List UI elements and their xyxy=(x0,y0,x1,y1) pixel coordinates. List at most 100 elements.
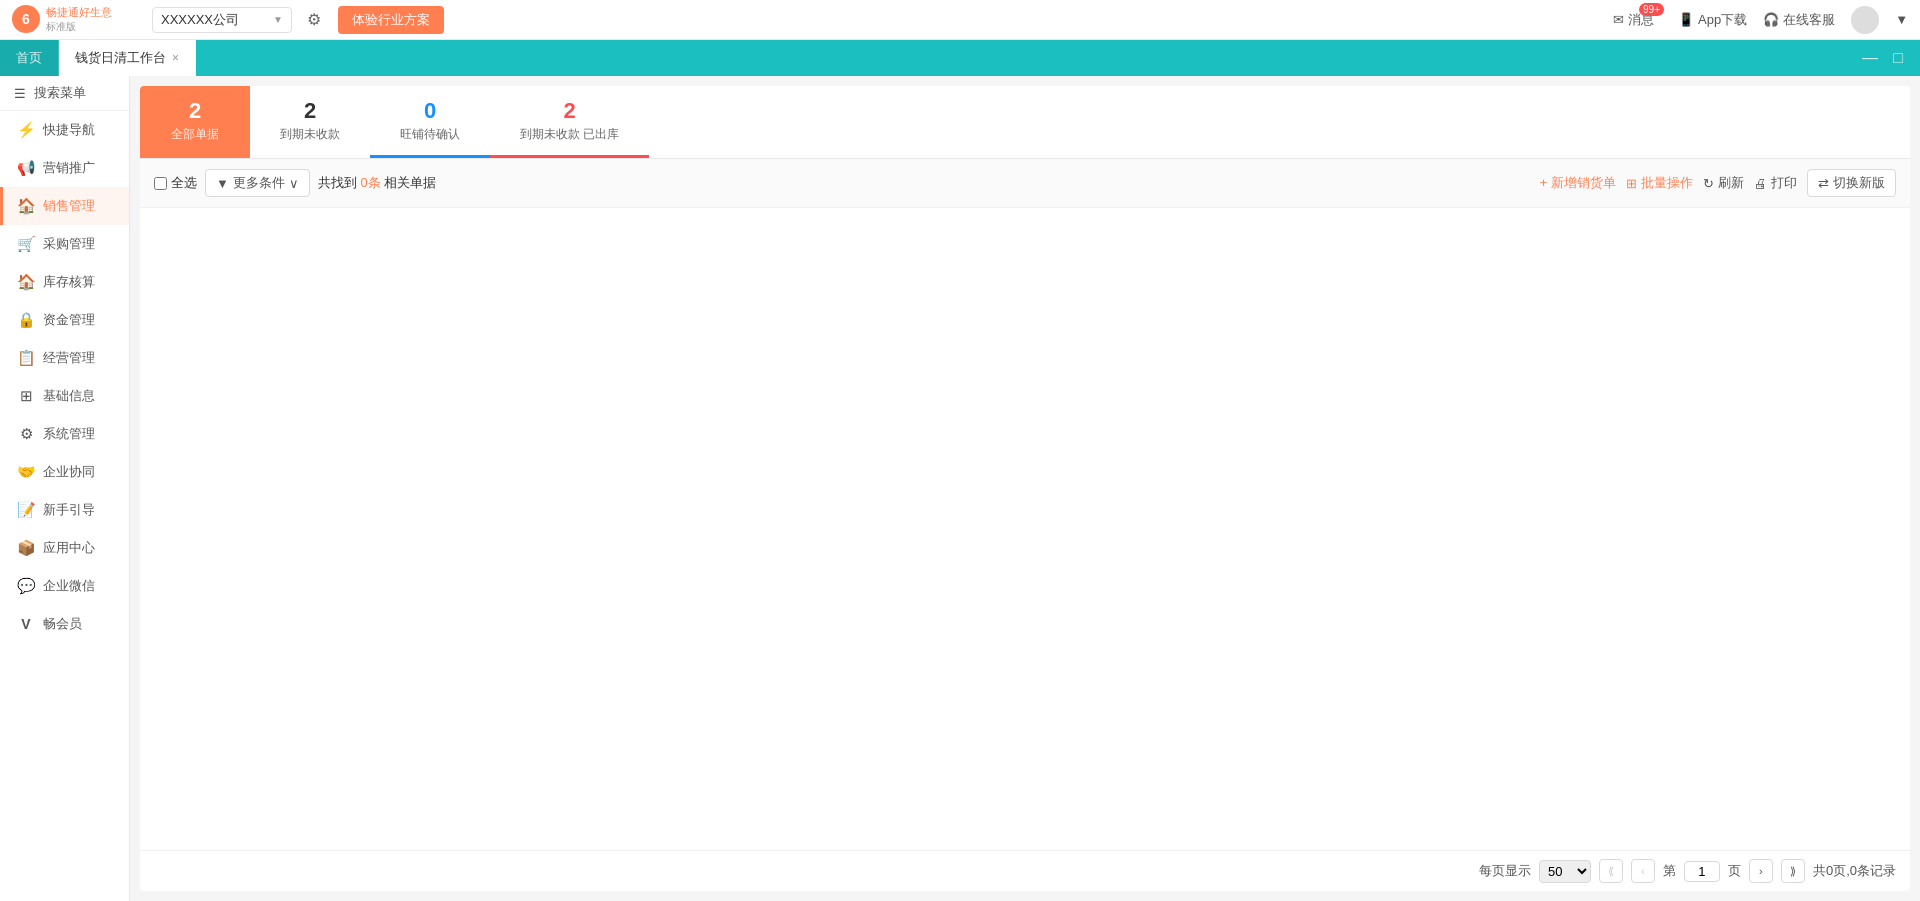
sidebar-item-label: 系统管理 xyxy=(43,425,95,443)
select-all-label: 全选 xyxy=(171,174,197,192)
wechat-icon: 💬 xyxy=(17,577,35,595)
more-filter-label: 更多条件 xyxy=(233,174,285,192)
sidebar-item-label: 企业协同 xyxy=(43,463,95,481)
sidebar-item-sales[interactable]: 🏠 销售管理 xyxy=(0,187,129,225)
sidebar-item-operation[interactable]: 📋 经营管理 xyxy=(0,339,129,377)
sidebar-item-system[interactable]: ⚙ 系统管理 xyxy=(0,415,129,453)
switch-new-version-button[interactable]: ⇄ 切换新版 xyxy=(1807,169,1896,197)
total-info: 共0页,0条记录 xyxy=(1813,862,1896,880)
sales-icon: 🏠 xyxy=(17,197,35,215)
sidebar-item-quick-nav[interactable]: ⚡ 快捷导航 xyxy=(0,111,129,149)
sidebar-item-label: 销售管理 xyxy=(43,197,95,215)
operation-icon: 📋 xyxy=(17,349,35,367)
purchase-icon: 🛒 xyxy=(17,235,35,253)
last-page-button[interactable]: ⟫ xyxy=(1781,859,1805,883)
member-icon: V xyxy=(17,616,35,632)
sidebar-item-label: 基础信息 xyxy=(43,387,95,405)
stat-count-overdue: 2 xyxy=(304,98,316,124)
sidebar-item-label: 畅会员 xyxy=(43,615,82,633)
prev-page-button[interactable]: ‹ xyxy=(1631,859,1655,883)
message-icon: ✉ xyxy=(1613,12,1624,27)
enterprise-icon: 🤝 xyxy=(17,463,35,481)
print-icon: 🖨 xyxy=(1754,176,1767,191)
current-page-input[interactable]: 1 xyxy=(1684,861,1720,882)
sidebar-item-basic[interactable]: ⊞ 基础信息 xyxy=(0,377,129,415)
toolbar-left: 全选 ▼ 更多条件 ∨ 共找到 0条 相关单据 xyxy=(154,169,1532,197)
tab-close-icon[interactable]: × xyxy=(172,51,179,65)
company-selector[interactable]: XXXXXX公司 ▼ xyxy=(152,7,292,33)
main-content: 2 全部单据 2 到期未收款 0 旺铺待确认 2 到期未收款 已出库 xyxy=(130,76,1920,901)
switch-label: 切换新版 xyxy=(1833,174,1885,192)
message-badge: 99+ xyxy=(1639,3,1664,16)
trial-button[interactable]: 体验行业方案 xyxy=(338,6,444,34)
sidebar-item-label: 应用中心 xyxy=(43,539,95,557)
company-name: XXXXXX公司 xyxy=(161,11,267,29)
search-menu-button[interactable]: ☰ 搜索菜单 xyxy=(0,76,129,111)
nav-tabs: 首页 钱货日清工作台 × — □ xyxy=(0,40,1920,76)
stat-count-all: 2 xyxy=(189,98,201,124)
tab-qianhuoqingong[interactable]: 钱货日清工作台 × xyxy=(59,40,196,76)
print-label: 打印 xyxy=(1771,174,1797,192)
gear-icon: ⚙ xyxy=(307,10,321,29)
new-sales-order-button[interactable]: + 新增销货单 xyxy=(1540,174,1616,192)
stat-label-all: 全部单据 xyxy=(171,126,219,143)
found-count: 0条 xyxy=(361,175,381,190)
sidebar-item-newbie[interactable]: 📝 新手引导 xyxy=(0,491,129,529)
sidebar-item-inventory[interactable]: 🏠 库存核算 xyxy=(0,263,129,301)
window-minimize-button[interactable]: — xyxy=(1856,44,1884,72)
message-button[interactable]: ✉ 消息 99+ xyxy=(1613,11,1654,29)
sidebar-item-label: 资金管理 xyxy=(43,311,95,329)
sidebar-item-marketing[interactable]: 📢 营销推广 xyxy=(0,149,129,187)
refresh-icon: ↻ xyxy=(1703,176,1714,191)
logo-icon: 6 xyxy=(12,5,40,33)
header-right: ✉ 消息 99+ 📱 App下载 🎧 在线客服 ▼ xyxy=(1613,6,1908,34)
toolbar-right: + 新增销货单 ⊞ 批量操作 ↻ 刷新 🖨 打印 ⇄ xyxy=(1540,169,1896,197)
basic-icon: ⊞ xyxy=(17,387,35,405)
logo-sub: 标准版 xyxy=(46,20,112,34)
stats-tabs: 2 全部单据 2 到期未收款 0 旺铺待确认 2 到期未收款 已出库 xyxy=(140,86,1910,159)
stat-tab-overdue[interactable]: 2 到期未收款 xyxy=(250,86,370,158)
sidebar-item-wechat[interactable]: 💬 企业微信 xyxy=(0,567,129,605)
stat-label-overdue-out: 到期未收款 已出库 xyxy=(520,126,619,143)
print-button[interactable]: 🖨 打印 xyxy=(1754,174,1797,192)
online-service-button[interactable]: 🎧 在线客服 xyxy=(1763,11,1835,29)
newbie-icon: 📝 xyxy=(17,501,35,519)
phone-icon: 📱 xyxy=(1678,12,1694,27)
stat-tab-all[interactable]: 2 全部单据 xyxy=(140,86,250,158)
active-tab-label: 钱货日清工作台 xyxy=(75,49,166,67)
batch-label: 批量操作 xyxy=(1641,174,1693,192)
window-maximize-button[interactable]: □ xyxy=(1884,44,1912,72)
sidebar-item-enterprise[interactable]: 🤝 企业协同 xyxy=(0,453,129,491)
stat-tab-overdue-out[interactable]: 2 到期未收款 已出库 xyxy=(490,86,649,158)
user-avatar[interactable] xyxy=(1851,6,1879,34)
refresh-label: 刷新 xyxy=(1718,174,1744,192)
username-label[interactable]: ▼ xyxy=(1895,12,1908,27)
home-tab-label: 首页 xyxy=(16,49,42,67)
sidebar-item-purchase[interactable]: 🛒 采购管理 xyxy=(0,225,129,263)
stat-tab-pending[interactable]: 0 旺铺待确认 xyxy=(370,86,490,158)
app-download-button[interactable]: 📱 App下载 xyxy=(1678,11,1747,29)
top-header: 6 畅捷通好生意 标准版 XXXXXX公司 ▼ ⚙ 体验行业方案 ✉ 消息 99… xyxy=(0,0,1920,40)
more-filter-button[interactable]: ▼ 更多条件 ∨ xyxy=(205,169,310,197)
refresh-button[interactable]: ↻ 刷新 xyxy=(1703,174,1744,192)
inventory-icon: 🏠 xyxy=(17,273,35,291)
toolbar: 全选 ▼ 更多条件 ∨ 共找到 0条 相关单据 + 新增销货单 xyxy=(140,159,1910,208)
sidebar-item-capital[interactable]: 🔒 资金管理 xyxy=(0,301,129,339)
switch-icon: ⇄ xyxy=(1818,176,1829,191)
next-page-button[interactable]: › xyxy=(1749,859,1773,883)
stat-count-pending: 0 xyxy=(424,98,436,124)
tab-home[interactable]: 首页 xyxy=(0,40,59,76)
first-page-button[interactable]: ⟪ xyxy=(1599,859,1623,883)
app-logo: 6 畅捷通好生意 标准版 xyxy=(12,5,142,33)
sidebar-item-member[interactable]: V 畅会员 xyxy=(0,605,129,643)
main-layout: ☰ 搜索菜单 ⚡ 快捷导航 📢 营销推广 🏠 销售管理 🛒 采购管理 🏠 库存核… xyxy=(0,76,1920,901)
batch-operation-button[interactable]: ⊞ 批量操作 xyxy=(1626,174,1693,192)
search-menu-label: 搜索菜单 xyxy=(34,84,86,102)
settings-button[interactable]: ⚙ xyxy=(300,6,328,34)
table-area xyxy=(140,208,1910,850)
select-all-checkbox-label[interactable]: 全选 xyxy=(154,174,197,192)
app-download-label: App下载 xyxy=(1698,11,1747,29)
page-size-select[interactable]: 10 20 50 100 200 xyxy=(1539,860,1591,883)
sidebar-item-app-center[interactable]: 📦 应用中心 xyxy=(0,529,129,567)
select-all-checkbox[interactable] xyxy=(154,177,167,190)
